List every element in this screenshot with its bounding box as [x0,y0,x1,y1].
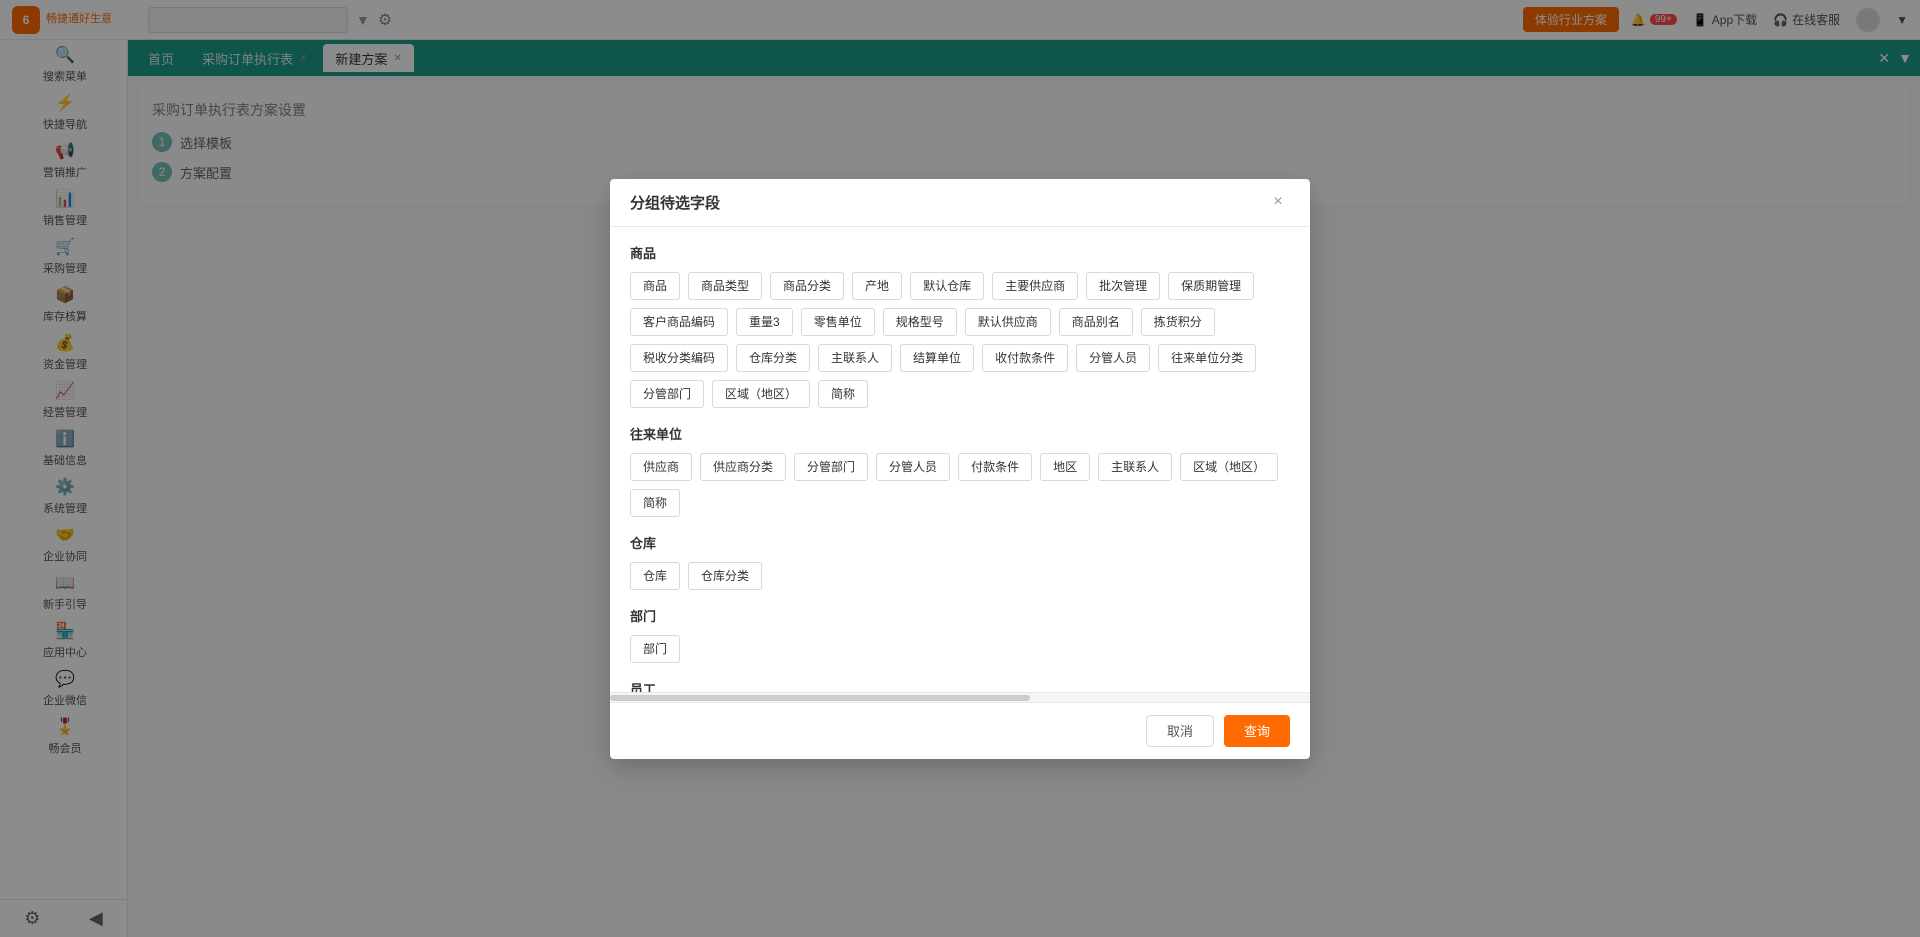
modal-overlay: 分组待选字段 × 商品商品商品类型商品分类产地默认仓库主要供应商批次管理保质期管… [0,0,1920,937]
section-0: 商品商品商品类型商品分类产地默认仓库主要供应商批次管理保质期管理客户商品编码重量… [630,243,1290,408]
field-tag-0-21[interactable]: 往来单位分类 [1158,344,1256,372]
field-tag-0-4[interactable]: 默认仓库 [910,272,984,300]
field-tag-3-0[interactable]: 部门 [630,635,680,663]
field-tag-1-8[interactable]: 简称 [630,489,680,517]
confirm-button[interactable]: 查询 [1224,715,1290,747]
modal-hscroll[interactable] [610,692,1310,702]
modal-footer: 取消 查询 [610,702,1310,759]
field-tag-0-5[interactable]: 主要供应商 [992,272,1078,300]
modal-body: 商品商品商品类型商品分类产地默认仓库主要供应商批次管理保质期管理客户商品编码重量… [610,227,1310,692]
section-tags-3: 部门 [630,635,1290,663]
field-tag-1-3[interactable]: 分管人员 [876,453,950,481]
modal-title: 分组待选字段 [630,192,720,213]
modal-hscroll-thumb [610,695,1030,701]
field-tag-0-16[interactable]: 仓库分类 [736,344,810,372]
field-tag-0-18[interactable]: 结算单位 [900,344,974,372]
section-title-4: 员工 [630,679,1290,692]
field-tag-0-24[interactable]: 简称 [818,380,868,408]
field-tag-0-2[interactable]: 商品分类 [770,272,844,300]
modal-dialog: 分组待选字段 × 商品商品商品类型商品分类产地默认仓库主要供应商批次管理保质期管… [610,179,1310,759]
field-tag-1-4[interactable]: 付款条件 [958,453,1032,481]
field-tag-0-17[interactable]: 主联系人 [818,344,892,372]
section-title-2: 仓库 [630,533,1290,552]
field-tag-0-6[interactable]: 批次管理 [1086,272,1160,300]
field-tag-0-9[interactable]: 重量3 [736,308,793,336]
field-tag-0-22[interactable]: 分管部门 [630,380,704,408]
field-tag-1-1[interactable]: 供应商分类 [700,453,786,481]
field-tag-2-0[interactable]: 仓库 [630,562,680,590]
field-tag-0-1[interactable]: 商品类型 [688,272,762,300]
modal-header: 分组待选字段 × [610,179,1310,227]
section-tags-0: 商品商品类型商品分类产地默认仓库主要供应商批次管理保质期管理客户商品编码重量3 零… [630,272,1290,408]
field-tag-0-19[interactable]: 收付款条件 [982,344,1068,372]
section-tags-1: 供应商供应商分类分管部门分管人员付款条件地区主联系人区域（地区） 简称 [630,453,1290,517]
section-title-0: 商品 [630,243,1290,262]
field-tag-1-2[interactable]: 分管部门 [794,453,868,481]
field-tag-1-6[interactable]: 主联系人 [1098,453,1172,481]
field-tag-1-7[interactable]: 区域（地区） [1180,453,1278,481]
field-tag-1-5[interactable]: 地区 [1040,453,1090,481]
field-tag-0-14[interactable]: 拣货积分 [1141,308,1215,336]
cancel-button[interactable]: 取消 [1146,715,1214,747]
field-tag-0-20[interactable]: 分管人员 [1076,344,1150,372]
field-tag-0-12[interactable]: 默认供应商 [965,308,1051,336]
section-tags-2: 仓库仓库分类 [630,562,1290,590]
field-tag-0-3[interactable]: 产地 [852,272,902,300]
field-tag-0-15[interactable]: 税收分类编码 [630,344,728,372]
section-3: 部门部门 [630,606,1290,663]
section-title-1: 往来单位 [630,424,1290,443]
field-tag-1-0[interactable]: 供应商 [630,453,692,481]
field-tag-0-11[interactable]: 规格型号 [883,308,957,336]
section-1: 往来单位供应商供应商分类分管部门分管人员付款条件地区主联系人区域（地区） 简称 [630,424,1290,517]
field-tag-0-0[interactable]: 商品 [630,272,680,300]
field-tag-0-10[interactable]: 零售单位 [801,308,875,336]
field-tag-0-13[interactable]: 商品别名 [1059,308,1133,336]
modal-close-btn[interactable]: × [1266,190,1290,214]
field-tag-0-23[interactable]: 区域（地区） [712,380,810,408]
field-tag-0-8[interactable]: 客户商品编码 [630,308,728,336]
field-tag-2-1[interactable]: 仓库分类 [688,562,762,590]
field-tag-0-7[interactable]: 保质期管理 [1168,272,1254,300]
section-2: 仓库仓库仓库分类 [630,533,1290,590]
section-title-3: 部门 [630,606,1290,625]
section-4: 员工业务员 [630,679,1290,692]
